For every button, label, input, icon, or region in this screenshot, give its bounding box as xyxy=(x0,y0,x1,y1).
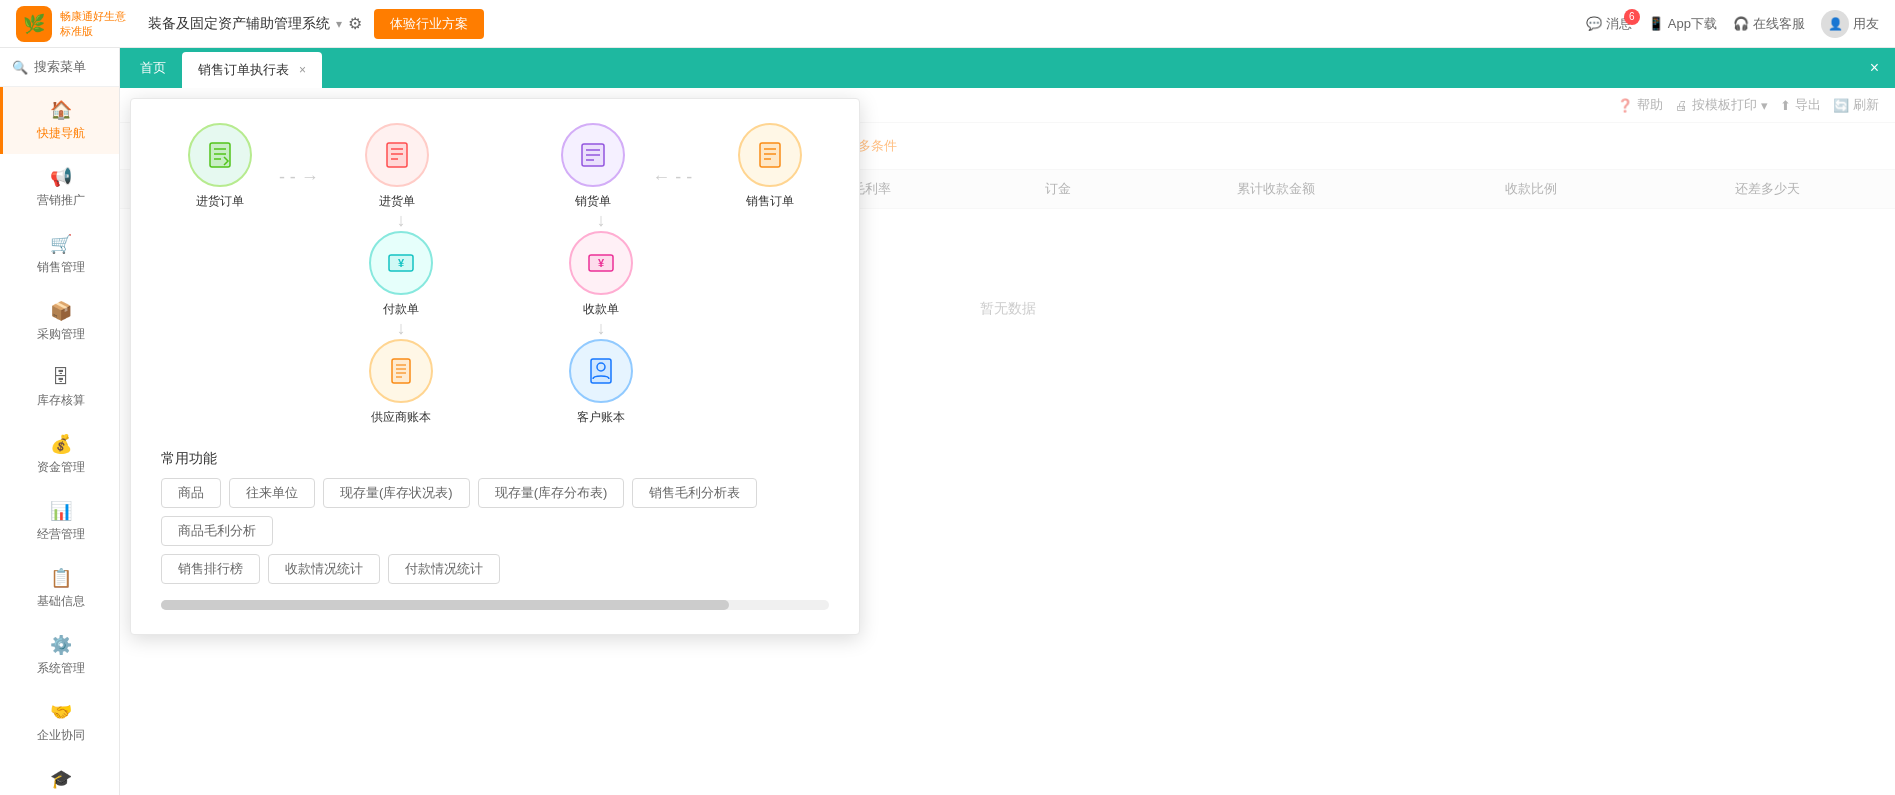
func-btn-stock-status[interactable]: 现存量(库存状况表) xyxy=(323,478,470,508)
tab-home[interactable]: 首页 xyxy=(124,52,182,84)
service-action[interactable]: 🎧 在线客服 xyxy=(1733,15,1805,33)
system-dropdown-icon[interactable]: ▾ xyxy=(336,17,342,31)
finance-icon: 💰 xyxy=(50,433,72,455)
sidebar-item-label: 采购管理 xyxy=(37,326,85,343)
sidebar-item-purchase[interactable]: 📦 采购管理 xyxy=(0,288,119,355)
svg-text:¥: ¥ xyxy=(598,257,605,269)
svg-rect-15 xyxy=(760,143,780,167)
flow-node-purchase-order[interactable]: 进货订单 xyxy=(161,123,279,210)
sidebar-item-label: 库存核算 xyxy=(37,392,85,409)
marketing-icon: 📢 xyxy=(50,166,72,188)
app-icon: 📱 xyxy=(1648,16,1664,31)
func-btn-counterparty[interactable]: 往来单位 xyxy=(229,478,315,508)
sales-order-icon xyxy=(738,123,802,187)
flow-node-supplier-ledger[interactable]: 供应商账本 xyxy=(341,339,461,426)
modal-box: 进货订单 - - → xyxy=(130,98,860,635)
basic-icon: 📋 xyxy=(50,567,72,589)
flow-node-receipt[interactable]: ¥ 收款单 xyxy=(541,231,661,318)
flow-node-customer-ledger[interactable]: 客户账本 xyxy=(541,339,661,426)
sidebar-item-enterprise[interactable]: 🤝 企业协同 xyxy=(0,689,119,756)
flow-node-purchase-bill[interactable]: 进货单 xyxy=(338,123,456,210)
sidebar-item-finance[interactable]: 💰 资金管理 xyxy=(0,421,119,488)
logo: 🌿 畅康通好生意 标准版 xyxy=(16,6,136,42)
func-btn-product-profit[interactable]: 商品毛利分析 xyxy=(161,516,273,546)
flow-node-sales-bill[interactable]: 销货单 xyxy=(534,123,652,210)
svg-rect-0 xyxy=(210,143,230,167)
sidebar-item-operation[interactable]: 📊 经营管理 xyxy=(0,488,119,555)
operation-icon: 📊 xyxy=(50,500,72,522)
sidebar-item-label: 快捷导航 xyxy=(37,125,85,142)
message-action[interactable]: 💬 消息 6 xyxy=(1586,15,1632,33)
common-functions: 常用功能 商品 往来单位 现存量(库存状况表) 现存量(库存分布表) 销售毛利分… xyxy=(161,450,829,584)
func-btn-sales-profit[interactable]: 销售毛利分析表 xyxy=(632,478,757,508)
newbie-icon: 🎓 xyxy=(50,768,72,790)
func-buttons-row2: 销售排行榜 收款情况统计 付款情况统计 xyxy=(161,554,829,584)
receipt-icon: ¥ xyxy=(569,231,633,295)
flow-node-sales-order[interactable]: 销售订单 xyxy=(711,123,829,210)
quick-icon: 🏠 xyxy=(50,99,72,121)
sidebar-item-inventory[interactable]: 🗄 库存核算 xyxy=(0,355,119,421)
avatar: 👤 xyxy=(1821,10,1849,38)
common-title: 常用功能 xyxy=(161,450,829,468)
supplier-ledger-icon xyxy=(369,339,433,403)
purchase-bill-icon xyxy=(365,123,429,187)
payment-icon: ¥ xyxy=(369,231,433,295)
func-btn-receipt-stat[interactable]: 收款情况统计 xyxy=(268,554,380,584)
scrollbar-thumb xyxy=(161,600,729,610)
tab-sales-order[interactable]: 销售订单执行表 × xyxy=(182,52,322,88)
sidebar-item-label: 销售管理 xyxy=(37,259,85,276)
sidebar-item-sales[interactable]: 🛒 销售管理 xyxy=(0,221,119,288)
user-action[interactable]: 👤 用友 xyxy=(1821,10,1879,38)
func-btn-stock-dist[interactable]: 现存量(库存分布表) xyxy=(478,478,625,508)
app-download-action[interactable]: 📱 App下载 xyxy=(1648,15,1717,33)
sidebar-item-marketing[interactable]: 📢 营销推广 xyxy=(0,154,119,221)
modal-overlay: 进货订单 - - → xyxy=(120,88,1895,795)
inventory-icon: 🗄 xyxy=(52,367,70,388)
system-icon: ⚙️ xyxy=(50,634,72,656)
tab-bar: 首页 销售订单执行表 × × xyxy=(120,48,1895,88)
sidebar-item-label: 系统管理 xyxy=(37,660,85,677)
window-close-icon[interactable]: × xyxy=(1858,59,1891,77)
sidebar-item-newbie[interactable]: 🎓 新手引导 xyxy=(0,756,119,795)
service-icon: 🎧 xyxy=(1733,16,1749,31)
func-btn-sales-rank[interactable]: 销售排行榜 xyxy=(161,554,260,584)
logo-text: 畅康通好生意 标准版 xyxy=(60,9,126,38)
sidebar-item-quick[interactable]: 🏠 快捷导航 xyxy=(0,87,119,154)
func-btn-product[interactable]: 商品 xyxy=(161,478,221,508)
enterprise-icon: 🤝 xyxy=(50,701,72,723)
flow-node-payment[interactable]: ¥ 付款单 xyxy=(341,231,461,318)
search-menu[interactable]: 🔍 搜索菜单 xyxy=(0,48,119,87)
sidebar-item-label: 经营管理 xyxy=(37,526,85,543)
system-title: 装备及固定资产辅助管理系统 xyxy=(148,15,330,33)
svg-text:¥: ¥ xyxy=(398,257,405,269)
sidebar-item-label: 资金管理 xyxy=(37,459,85,476)
customer-ledger-icon xyxy=(569,339,633,403)
modal-scrollbar[interactable] xyxy=(161,600,829,610)
sales-bill-icon xyxy=(561,123,625,187)
message-icon: 💬 xyxy=(1586,16,1602,31)
message-badge: 6 xyxy=(1624,9,1640,25)
sidebar-item-basic[interactable]: 📋 基础信息 xyxy=(0,555,119,622)
func-buttons-row1: 商品 往来单位 现存量(库存状况表) 现存量(库存分布表) 销售毛利分析表 商品… xyxy=(161,478,829,546)
sales-icon: 🛒 xyxy=(50,233,72,255)
svg-rect-5 xyxy=(387,143,407,167)
trial-button[interactable]: 体验行业方案 xyxy=(374,9,484,39)
sidebar-item-system[interactable]: ⚙️ 系统管理 xyxy=(0,622,119,689)
func-btn-payment-stat[interactable]: 付款情况统计 xyxy=(388,554,500,584)
sidebar-item-label: 营销推广 xyxy=(37,192,85,209)
purchase-order-icon xyxy=(188,123,252,187)
purchase-icon: 📦 xyxy=(50,300,72,322)
flow-diagram: 进货订单 - - → xyxy=(161,123,829,426)
logo-icon: 🌿 xyxy=(16,6,52,42)
tab-close-icon[interactable]: × xyxy=(299,63,306,77)
settings-icon[interactable]: ⚙ xyxy=(348,14,362,33)
sidebar-item-label: 基础信息 xyxy=(37,593,85,610)
svg-rect-26 xyxy=(392,359,410,383)
search-icon: 🔍 xyxy=(12,60,28,75)
sidebar-item-label: 企业协同 xyxy=(37,727,85,744)
